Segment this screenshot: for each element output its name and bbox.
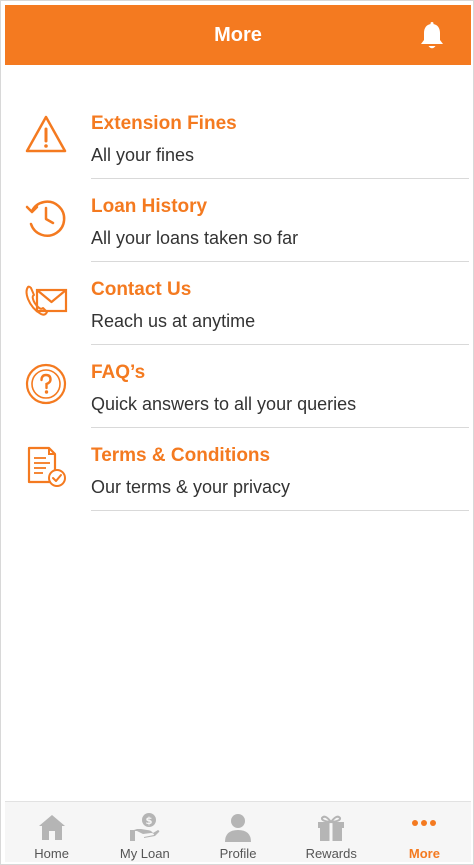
tab-more[interactable]: More — [378, 802, 471, 862]
app-screen: More Extension Fines All your fines Loan… — [0, 0, 474, 865]
menu-item-terms-conditions[interactable]: Terms & Conditions Our terms & your priv… — [1, 428, 474, 511]
bell-icon[interactable] — [419, 22, 445, 50]
menu-item-subtitle: Quick answers to all your queries — [91, 394, 357, 414]
menu-item-subtitle: Reach us at anytime — [91, 311, 256, 331]
tab-label: More — [408, 846, 440, 861]
contact-icon — [25, 285, 68, 316]
terms-icon — [27, 446, 66, 487]
menu-item-title: Extension Fines — [91, 113, 237, 134]
menu-item-subtitle: All your fines — [91, 145, 195, 165]
tab-label: My Loan — [119, 846, 170, 861]
menu-item-title: Contact Us — [91, 279, 192, 300]
more-icon — [412, 820, 437, 826]
app-header: More — [5, 5, 471, 65]
menu-item-subtitle: Our terms & your privacy — [91, 477, 291, 497]
menu-item-loan-history[interactable]: Loan History All your loans taken so far — [1, 179, 474, 262]
tab-profile[interactable]: Profile — [191, 802, 284, 862]
tab-home[interactable]: Home — [5, 802, 98, 862]
tab-label: Rewards — [305, 846, 357, 861]
gift-icon — [318, 815, 345, 841]
page-title: More — [214, 23, 262, 46]
warning-icon — [25, 115, 67, 153]
menu-item-contact-us[interactable]: Contact Us Reach us at anytime — [1, 262, 474, 345]
menu-item-extension-fines[interactable]: Extension Fines All your fines — [1, 96, 474, 179]
menu-item-title: Loan History — [91, 196, 208, 217]
loan-icon: $ — [129, 813, 160, 841]
home-icon — [38, 815, 65, 840]
menu-item-faqs[interactable]: FAQ’s Quick answers to all your queries — [1, 345, 474, 428]
menu-item-title: FAQ’s — [91, 362, 146, 383]
svg-text:$: $ — [145, 816, 152, 827]
tab-rewards[interactable]: Rewards — [285, 802, 378, 862]
divider — [91, 510, 469, 511]
menu-item-subtitle: All your loans taken so far — [91, 228, 299, 248]
tab-label: Profile — [219, 846, 257, 861]
more-menu-list: Extension Fines All your fines Loan Hist… — [1, 96, 474, 511]
history-icon — [25, 200, 66, 237]
tab-label: Home — [34, 846, 69, 861]
menu-item-title: Terms & Conditions — [91, 445, 271, 466]
profile-icon — [225, 814, 251, 842]
bottom-tab-bar: Home $ My Loan Profile Rewards More — [5, 801, 471, 862]
tab-my-loan[interactable]: $ My Loan — [98, 802, 191, 862]
faq-icon — [25, 363, 67, 405]
